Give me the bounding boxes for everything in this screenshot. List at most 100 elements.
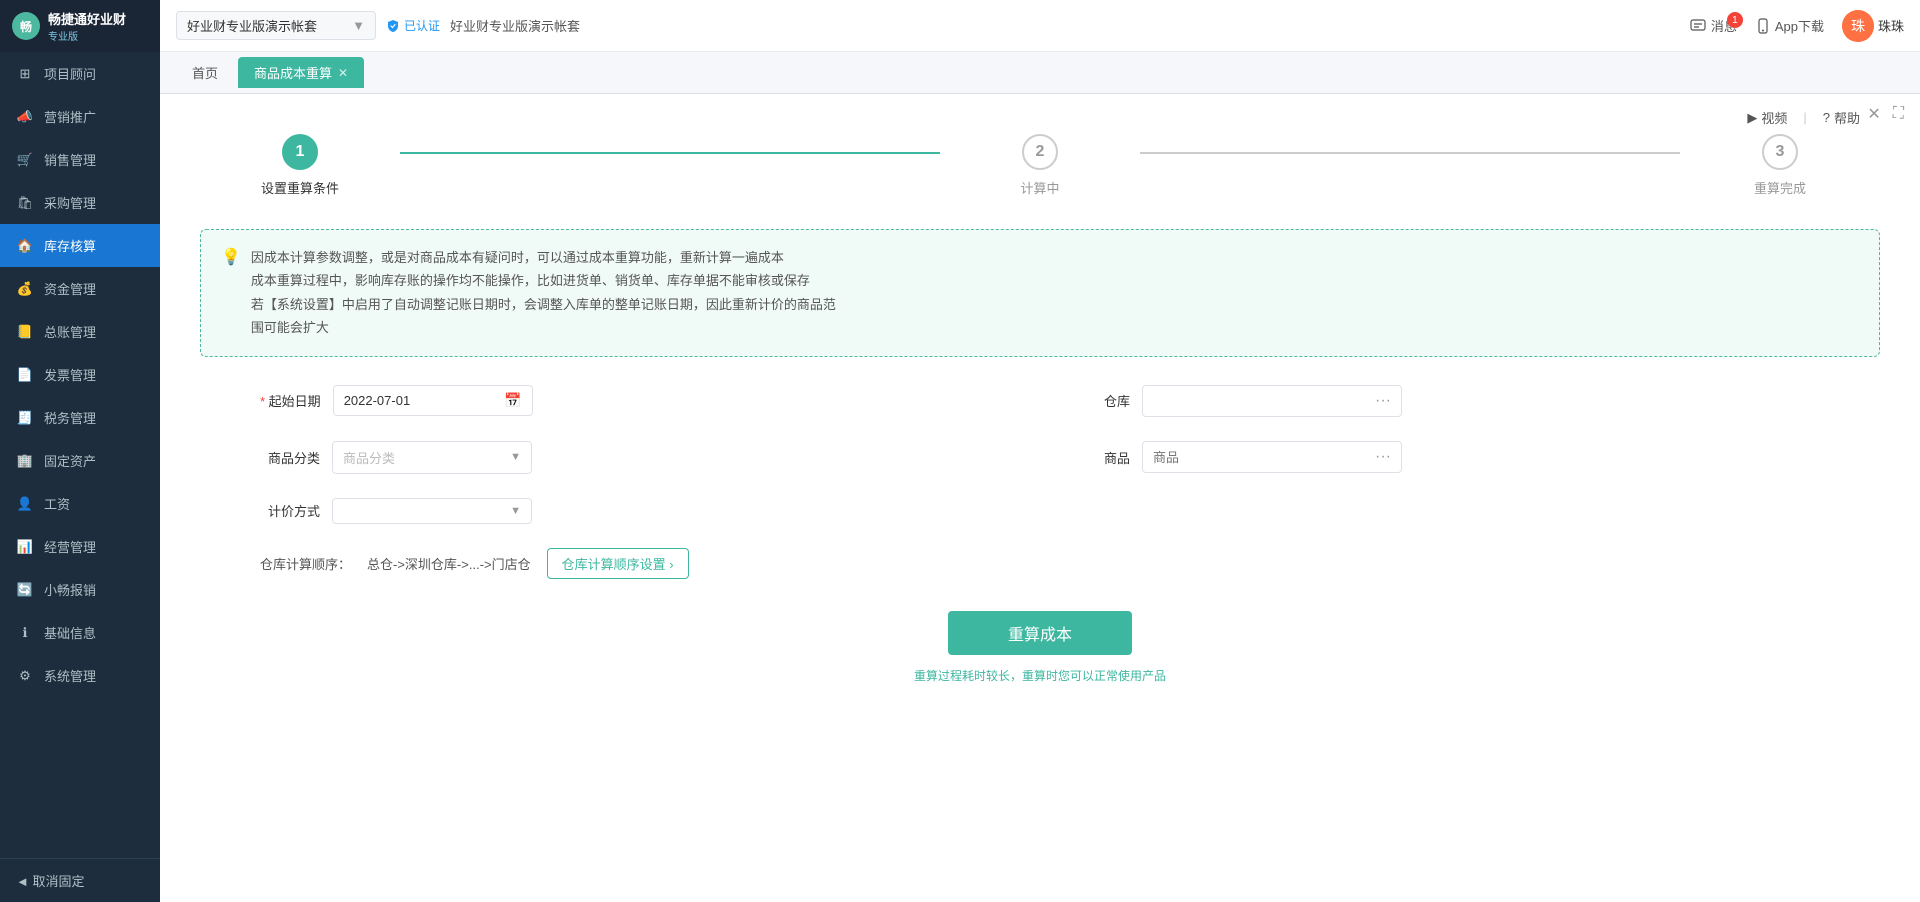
warehouse-input-wrapper[interactable]: ···	[1142, 385, 1402, 417]
calendar-icon[interactable]: 📅	[504, 392, 521, 409]
form-row-3: 计价方式 ▼	[260, 498, 1820, 524]
sidebar-item-accounting[interactable]: 📒 总账管理	[0, 310, 160, 353]
app-name: 畅捷通好业财	[48, 9, 126, 28]
step-3-circle: 3	[1762, 134, 1798, 170]
message-icon	[1689, 17, 1707, 35]
calc-order-btn-label: 仓库计算顺序设置 ›	[562, 554, 674, 573]
sidebar-item-label-inventory: 库存核算	[44, 236, 96, 255]
recalc-hint: 重算过程耗时较长，重算时您可以正常使用产品	[914, 667, 1166, 684]
start-date-input[interactable]	[344, 393, 501, 408]
step-2-label: 计算中	[1020, 178, 1059, 197]
cart-icon: 🛒	[16, 151, 34, 169]
verified-label: 已认证	[404, 17, 440, 34]
grid-icon: ⊞	[16, 65, 34, 83]
form-row-2: 商品分类 商品分类 ▼ 商品 ···	[260, 441, 1820, 474]
account-select[interactable]: 好业财专业版演示帐套 ▼	[176, 11, 376, 40]
topbar: 好业财专业版演示帐套 ▼ 已认证 好业财专业版演示帐套 消息 1 App下载	[160, 0, 1920, 52]
app-title-block: 畅捷通好业财 专业版	[48, 9, 126, 43]
sidebar-item-label-basic: 基础信息	[44, 623, 96, 642]
start-date-field: 起始日期 📅	[260, 385, 1010, 416]
asset-icon: 🏢	[16, 452, 34, 470]
sidebar-item-label-payroll: 工资	[44, 494, 70, 513]
tab-cost-recalc[interactable]: 商品成本重算 ✕	[238, 57, 364, 88]
tab-close-icon[interactable]: ✕	[338, 66, 348, 80]
start-date-input-wrapper[interactable]: 📅	[333, 385, 533, 416]
category-field: 商品分类 商品分类 ▼	[260, 441, 1010, 474]
goods-dots-icon[interactable]: ···	[1375, 448, 1391, 466]
goods-input-wrapper[interactable]: ···	[1142, 441, 1402, 473]
avatar: 珠	[1842, 10, 1874, 42]
calc-order-row: 仓库计算顺序： 总仓->深圳仓库->...->门店仓 仓库计算顺序设置 ›	[260, 548, 1820, 579]
app-download-label: App下载	[1775, 16, 1824, 35]
sidebar-item-purchase[interactable]: 🛍 采购管理	[0, 181, 160, 224]
sidebar-item-payroll[interactable]: 👤 工资	[0, 482, 160, 525]
step-1: 1 设置重算条件	[200, 134, 400, 197]
category-placeholder: 商品分类	[343, 448, 510, 467]
app-download-button[interactable]: App下载	[1755, 16, 1824, 35]
megaphone-icon: 📣	[16, 108, 34, 126]
goods-label: 商品	[1070, 448, 1130, 467]
step-3-label: 重算完成	[1754, 178, 1806, 197]
pricing-arrow-icon: ▼	[510, 505, 521, 517]
sidebar-item-label-tax: 税务管理	[44, 408, 96, 427]
sidebar-item-label-project: 项目顾问	[44, 64, 96, 83]
category-select[interactable]: 商品分类 ▼	[332, 441, 532, 474]
step-3: 3 重算完成	[1680, 134, 1880, 197]
start-date-label: 起始日期	[260, 391, 321, 410]
bag-icon: 🛍	[16, 194, 34, 212]
avatar-image: 珠	[1842, 10, 1874, 42]
refresh-icon: 🔄	[16, 581, 34, 599]
dollar-icon: 💰	[16, 280, 34, 298]
step-2-circle: 2	[1022, 134, 1058, 170]
form-section: 起始日期 📅 仓库 ··· 商品分类	[200, 385, 1880, 579]
messages-button[interactable]: 消息 1	[1689, 16, 1737, 35]
home-icon: 🏠	[16, 237, 34, 255]
warehouse-input[interactable]	[1153, 393, 1375, 408]
sidebar-item-tax[interactable]: 🧾 税务管理	[0, 396, 160, 439]
sidebar-item-inventory[interactable]: 🏠 库存核算	[0, 224, 160, 267]
sidebar-pin-toggle[interactable]: ◄ 取消固定	[0, 858, 160, 902]
sidebar-item-expense[interactable]: 🔄 小畅报销	[0, 568, 160, 611]
verified-badge: 已认证	[386, 17, 440, 34]
recalc-button[interactable]: 重算成本	[948, 611, 1132, 655]
close-window-button[interactable]: ✕	[1867, 104, 1880, 124]
tax-icon: 🧾	[16, 409, 34, 427]
step-connector-2	[1140, 152, 1680, 154]
sidebar-item-label-accounting: 总账管理	[44, 322, 96, 341]
pricing-select[interactable]: ▼	[332, 498, 532, 524]
info-line-4: 围可能会扩大	[251, 316, 836, 339]
sidebar-nav: ⊞ 项目顾问 📣 营销推广 🛒 销售管理 🛍 采购管理 🏠 库存核算 💰 资金管…	[0, 52, 160, 858]
sidebar-item-invoice[interactable]: 📄 发票管理	[0, 353, 160, 396]
goods-field: 商品 ···	[1070, 441, 1820, 473]
verified-account-name: 好业财专业版演示帐套	[450, 16, 580, 35]
maximize-window-button[interactable]: ⛶	[1893, 105, 1904, 123]
sidebar-item-ops[interactable]: 📊 经营管理	[0, 525, 160, 568]
warehouse-dots-icon[interactable]: ···	[1375, 392, 1391, 410]
sidebar-item-basic[interactable]: ℹ 基础信息	[0, 611, 160, 654]
messages-badge: 1	[1727, 12, 1743, 28]
sidebar-item-system[interactable]: ⚙ 系统管理	[0, 654, 160, 697]
sidebar-item-marketing[interactable]: 📣 营销推广	[0, 95, 160, 138]
sidebar: 畅 畅捷通好业财 专业版 ⊞ 项目顾问 📣 营销推广 🛒 销售管理 🛍 采购管理…	[0, 0, 160, 902]
info-icon: 💡	[221, 247, 241, 267]
recalc-button-label: 重算成本	[1008, 627, 1072, 644]
goods-input[interactable]	[1153, 450, 1375, 465]
account-name: 好业财专业版演示帐套	[187, 16, 317, 35]
chart-icon: 📊	[16, 538, 34, 556]
sidebar-item-project[interactable]: ⊞ 项目顾问	[0, 52, 160, 95]
file-icon: 📄	[16, 366, 34, 384]
sidebar-item-label-marketing: 营销推广	[44, 107, 96, 126]
form-row-1: 起始日期 📅 仓库 ···	[260, 385, 1820, 417]
step-1-label: 设置重算条件	[261, 178, 339, 197]
tab-home[interactable]: 首页	[176, 57, 234, 88]
account-select-arrow: ▼	[352, 18, 365, 33]
book-icon: 📒	[16, 323, 34, 341]
calc-order-settings-button[interactable]: 仓库计算顺序设置 ›	[547, 548, 689, 579]
sidebar-item-sales[interactable]: 🛒 销售管理	[0, 138, 160, 181]
action-area: 重算成本 重算过程耗时较长，重算时您可以正常使用产品	[200, 611, 1880, 684]
app-edition: 专业版	[48, 28, 126, 43]
sidebar-item-finance[interactable]: 💰 资金管理	[0, 267, 160, 310]
user-profile[interactable]: 珠 珠珠	[1842, 10, 1904, 42]
info-line-2: 成本重算过程中，影响库存账的操作均不能操作，比如进货单、销货单、库存单据不能审核…	[251, 269, 836, 292]
sidebar-item-assets[interactable]: 🏢 固定资产	[0, 439, 160, 482]
